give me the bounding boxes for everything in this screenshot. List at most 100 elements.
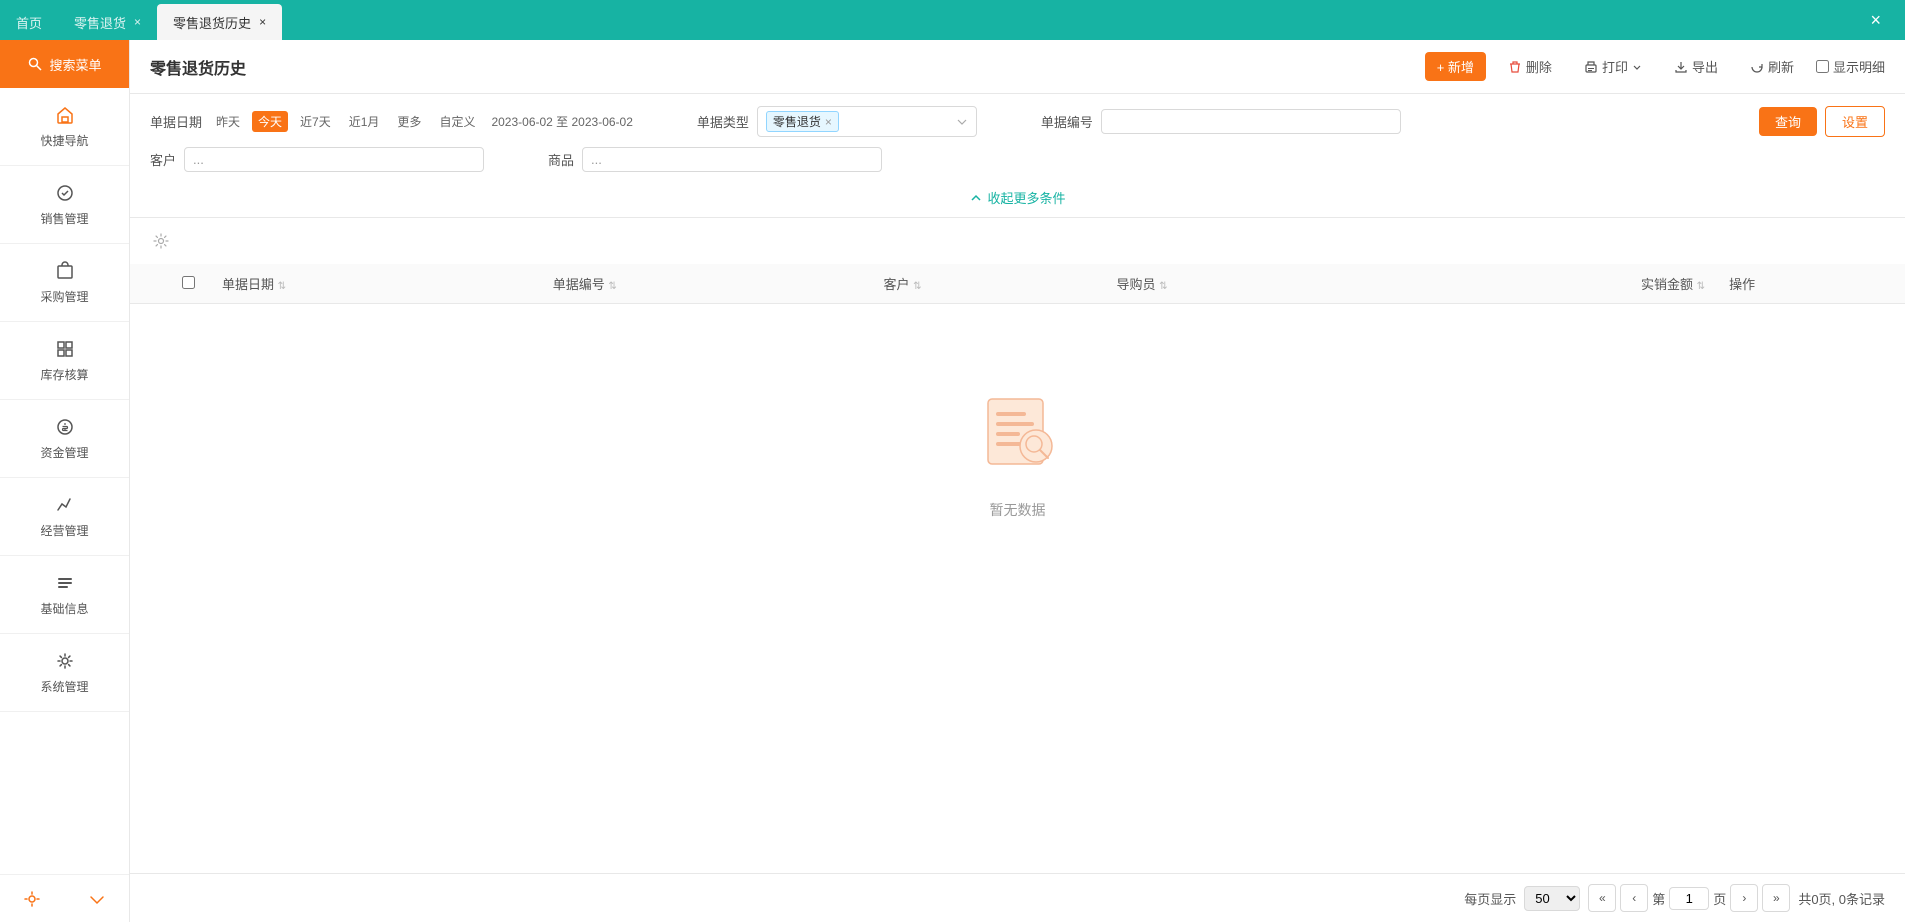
- sidebar-item-purchase[interactable]: 采购管理: [0, 244, 129, 322]
- page-first-button[interactable]: «: [1588, 884, 1616, 912]
- sidebar-item-system[interactable]: 系统管理: [0, 634, 129, 712]
- th-settings: [130, 264, 170, 304]
- collapse-button[interactable]: 收起更多条件: [150, 182, 1885, 217]
- customer-select[interactable]: ...: [184, 147, 484, 172]
- customer-ellipsis: ...: [193, 152, 204, 167]
- show-detail-checkbox-label[interactable]: 显示明细: [1816, 57, 1885, 76]
- voucher-input[interactable]: [1101, 109, 1401, 134]
- sidebar-item-inventory-label: 库存核算: [40, 366, 88, 383]
- export-button[interactable]: 导出: [1664, 52, 1728, 81]
- filter-type: 单据类型 零售退货 ×: [697, 106, 977, 137]
- top-bar: 首页 零售退货 × 零售退货历史 × ×: [0, 0, 1905, 40]
- tab-retail-return-history[interactable]: 零售退货历史 ×: [157, 4, 282, 40]
- tab-retail-return-close[interactable]: ×: [134, 15, 141, 29]
- main-layout: 搜索菜单 快捷导航 销售管理: [0, 40, 1905, 922]
- sidebar-item-basic-info-label: 基础信息: [40, 600, 88, 617]
- show-detail-checkbox[interactable]: [1816, 60, 1829, 73]
- inventory-icon: [54, 338, 76, 360]
- purchase-icon: [54, 260, 76, 282]
- sidebar-item-quick-nav-label: 快捷导航: [40, 132, 88, 149]
- main-content: 零售退货历史 + 新增 删除 打印: [130, 40, 1905, 922]
- th-guide[interactable]: 导购员 ⇅: [1104, 264, 1386, 304]
- tab-list: 首页 零售退货 × 零售退货历史 ×: [0, 0, 1862, 40]
- page-next-button[interactable]: ›: [1730, 884, 1758, 912]
- new-button[interactable]: + 新增: [1425, 52, 1486, 81]
- sidebar-item-quick-nav[interactable]: 快捷导航: [0, 88, 129, 166]
- goods-select[interactable]: ...: [582, 147, 882, 172]
- th-voucher-no[interactable]: 单据编号 ⇅: [541, 264, 872, 304]
- sidebar-item-business-label: 经营管理: [40, 522, 88, 539]
- empty-icon: [968, 384, 1068, 484]
- th-customer-sort: ⇅: [913, 281, 921, 292]
- type-tag: 零售退货 ×: [766, 111, 839, 132]
- th-voucher-sort: ⇅: [608, 281, 616, 292]
- th-customer[interactable]: 客户 ⇅: [871, 264, 1104, 304]
- settings-button[interactable]: 设置: [1825, 106, 1885, 137]
- query-button[interactable]: 查询: [1759, 107, 1817, 136]
- th-customer-label: 客户: [883, 277, 909, 292]
- sidebar-item-finance[interactable]: 资金管理: [0, 400, 129, 478]
- select-all-checkbox[interactable]: [182, 276, 195, 289]
- page-unit: 页: [1713, 889, 1726, 908]
- th-amount[interactable]: 实销金额 ⇅: [1386, 264, 1717, 304]
- date-btn-today[interactable]: 今天: [252, 111, 288, 132]
- refresh-button[interactable]: 刷新: [1740, 52, 1804, 81]
- window-close-button[interactable]: ×: [1862, 6, 1889, 35]
- voucher-filter-label: 单据编号: [1041, 112, 1093, 131]
- th-date[interactable]: 单据日期 ⇅: [210, 264, 541, 304]
- sidebar-collapse-icon[interactable]: [87, 889, 107, 909]
- table-header-row: 单据日期 ⇅ 单据编号 ⇅ 客户 ⇅ 导购员 ⇅: [130, 264, 1905, 304]
- filter-customer: 客户 ...: [150, 147, 484, 172]
- sidebar-item-sales[interactable]: 销售管理: [0, 166, 129, 244]
- tab-retail-return-history-close[interactable]: ×: [259, 15, 266, 29]
- sidebar-search[interactable]: 搜索菜单: [0, 40, 129, 88]
- dropdown-icon: [956, 116, 968, 128]
- date-range-display: 2023-06-02 至 2023-06-02: [491, 113, 632, 130]
- system-icon: [54, 650, 76, 672]
- date-btn-yesterday[interactable]: 昨天: [210, 111, 246, 132]
- page-last-button[interactable]: »: [1762, 884, 1790, 912]
- pagination: 每页显示 20 50 100 « ‹ 第 页 › » 共0页, 0条记录: [130, 873, 1905, 922]
- filter-area: 单据日期 昨天 今天 近7天 近1月 更多 自定义 2023-06-02 至 2…: [130, 94, 1905, 218]
- th-date-label: 单据日期: [222, 277, 274, 292]
- filter-dates: 昨天 今天 近7天 近1月 更多 自定义 2023-06-02 至 2023-0…: [210, 111, 633, 132]
- page-prev-button[interactable]: ‹: [1620, 884, 1648, 912]
- th-checkbox[interactable]: [170, 264, 210, 304]
- per-page-select[interactable]: 20 50 100: [1524, 886, 1580, 911]
- date-btn-custom[interactable]: 自定义: [433, 111, 481, 132]
- sidebar-item-business[interactable]: 经营管理: [0, 478, 129, 556]
- sidebar-item-system-label: 系统管理: [40, 678, 88, 695]
- filter-row-1: 单据日期 昨天 今天 近7天 近1月 更多 自定义 2023-06-02 至 2…: [150, 106, 1885, 137]
- per-page-label: 每页显示: [1464, 889, 1516, 908]
- table-container: 单据日期 ⇅ 单据编号 ⇅ 客户 ⇅ 导购员 ⇅: [130, 218, 1905, 873]
- date-btn-7days[interactable]: 近7天: [294, 111, 337, 132]
- finance-icon: [54, 416, 76, 438]
- date-btn-1month[interactable]: 近1月: [343, 111, 386, 132]
- toolbar: + 新增 删除 打印: [1425, 52, 1885, 81]
- sidebar-gear-icon[interactable]: [22, 889, 42, 909]
- page-input[interactable]: [1669, 887, 1709, 910]
- type-select[interactable]: 零售退货 ×: [757, 106, 977, 137]
- table-settings-icon[interactable]: [146, 226, 176, 256]
- delete-button[interactable]: 删除: [1498, 52, 1562, 81]
- th-amount-sort: ⇅: [1697, 281, 1705, 292]
- goods-filter-label: 商品: [548, 150, 574, 169]
- info-icon: [54, 572, 76, 594]
- tab-home[interactable]: 首页: [0, 4, 58, 40]
- filter-goods: 商品 ...: [548, 147, 882, 172]
- print-icon: [1584, 60, 1598, 74]
- export-icon: [1674, 60, 1688, 74]
- th-voucher-label: 单据编号: [553, 277, 605, 292]
- filter-voucher: 单据编号: [1041, 109, 1401, 134]
- type-tag-close[interactable]: ×: [825, 115, 832, 129]
- sidebar-item-basic-info[interactable]: 基础信息: [0, 556, 129, 634]
- page-header: 零售退货历史 + 新增 删除 打印: [130, 40, 1905, 94]
- print-button[interactable]: 打印: [1574, 52, 1652, 81]
- data-table: 单据日期 ⇅ 单据编号 ⇅ 客户 ⇅ 导购员 ⇅: [130, 264, 1905, 304]
- date-btn-more[interactable]: 更多: [391, 111, 427, 132]
- sidebar-search-label: 搜索菜单: [49, 55, 101, 74]
- th-guide-label: 导购员: [1116, 277, 1155, 292]
- sidebar-item-inventory[interactable]: 库存核算: [0, 322, 129, 400]
- tab-retail-return[interactable]: 零售退货 ×: [58, 4, 157, 40]
- home-icon: [54, 104, 76, 126]
